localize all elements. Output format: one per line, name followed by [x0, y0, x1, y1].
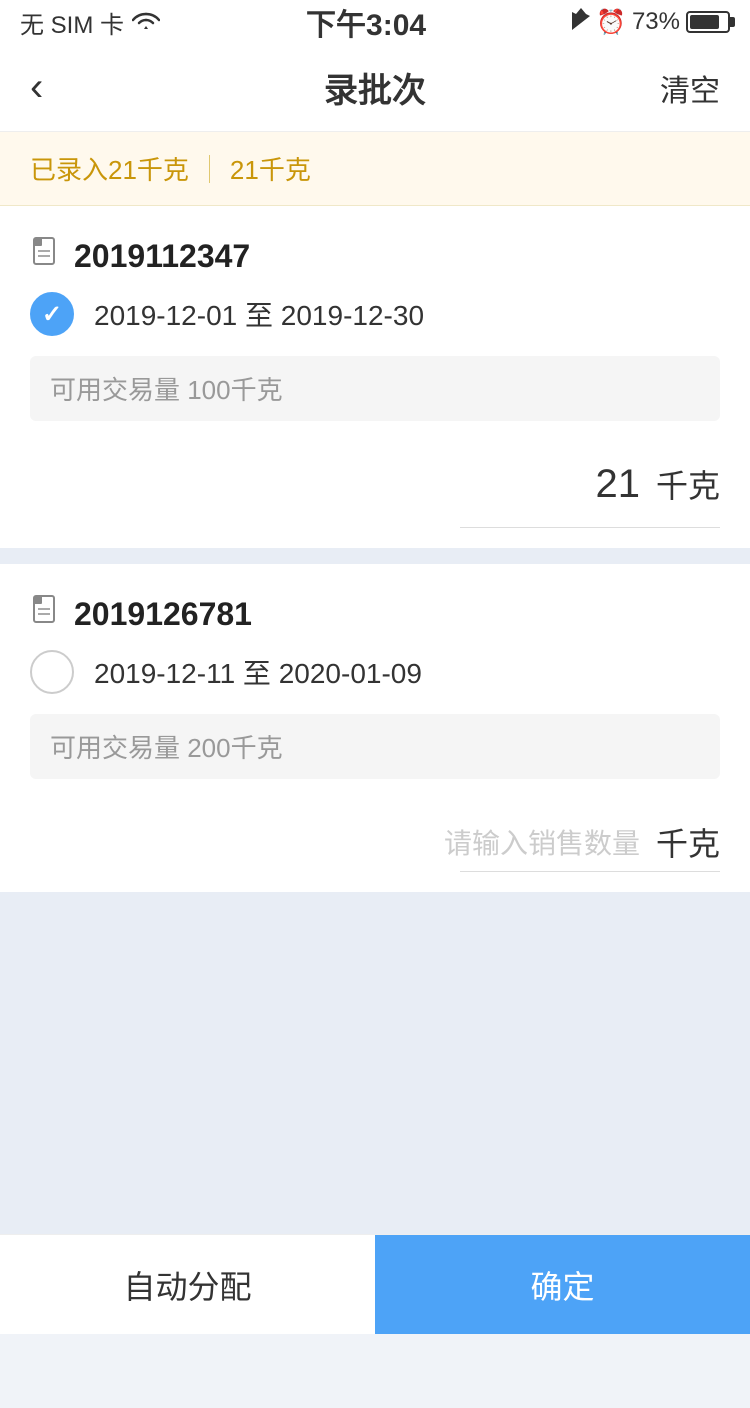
- banner-divider: [209, 155, 210, 183]
- available-bar-2: 可用交易量 200千克: [30, 714, 720, 779]
- radio-1[interactable]: [30, 292, 74, 336]
- auto-distribute-button[interactable]: 自动分配: [0, 1235, 375, 1334]
- section-divider-2: [0, 892, 750, 908]
- back-button[interactable]: ‹: [30, 65, 90, 110]
- batch-card-1: 2019112347 2019-12-01 至 2019-12-30 可用交易量…: [0, 206, 750, 548]
- batch-date-1: 2019-12-01 至 2019-12-30: [94, 294, 424, 334]
- quantity-value-1: 21: [595, 462, 640, 507]
- location-icon: [572, 8, 590, 37]
- nav-bar: ‹ 录批次 清空: [0, 44, 750, 132]
- bottom-bar: 自动分配 确定: [0, 1234, 750, 1334]
- batch-header-1: 2019112347: [30, 236, 720, 276]
- batch-doc-icon-1: [30, 236, 62, 276]
- batch-doc-icon-2: [30, 594, 62, 634]
- input-placeholder-2[interactable]: 请输入销售数量: [444, 822, 640, 862]
- section-divider: [0, 548, 750, 564]
- page-title: 录批次: [324, 63, 426, 112]
- battery-percent: 73%: [632, 8, 680, 36]
- battery-icon: [686, 11, 730, 33]
- status-bar: 无 SIM 卡 下午3:04 ⏰ 73%: [0, 0, 750, 44]
- quantity-unit-1: 千克: [656, 461, 720, 507]
- confirm-button[interactable]: 确定: [375, 1235, 750, 1334]
- status-right: ⏰ 73%: [572, 8, 730, 37]
- batch-id-1: 2019112347: [74, 238, 250, 275]
- clear-button[interactable]: 清空: [660, 66, 720, 110]
- recorded-amount: 已录入21千克: [30, 150, 189, 187]
- batch-date-row-1[interactable]: 2019-12-01 至 2019-12-30: [30, 292, 720, 336]
- batch-date-row-2[interactable]: 2019-12-11 至 2020-01-09: [30, 650, 720, 694]
- batch-id-2: 2019126781: [74, 596, 252, 633]
- total-amount: 21千克: [230, 150, 311, 187]
- status-time: 下午3:04: [306, 0, 426, 44]
- sim-text: 无 SIM 卡: [20, 5, 124, 40]
- batch-header-2: 2019126781: [30, 594, 720, 634]
- batch-date-2: 2019-12-11 至 2020-01-09: [94, 652, 422, 692]
- alarm-icon: ⏰: [596, 8, 626, 37]
- status-left: 无 SIM 卡: [20, 5, 160, 40]
- input-unit-2: 千克: [656, 819, 720, 865]
- wifi-icon: [132, 8, 160, 37]
- info-banner: 已录入21千克 21千克: [0, 132, 750, 206]
- input-row-2: 请输入销售数量 千克: [30, 803, 720, 871]
- quantity-row-1: 21 千克: [30, 445, 720, 527]
- available-bar-1: 可用交易量 100千克: [30, 356, 720, 421]
- batch-card-2: 2019126781 2019-12-11 至 2020-01-09 可用交易量…: [0, 564, 750, 892]
- radio-2[interactable]: [30, 650, 74, 694]
